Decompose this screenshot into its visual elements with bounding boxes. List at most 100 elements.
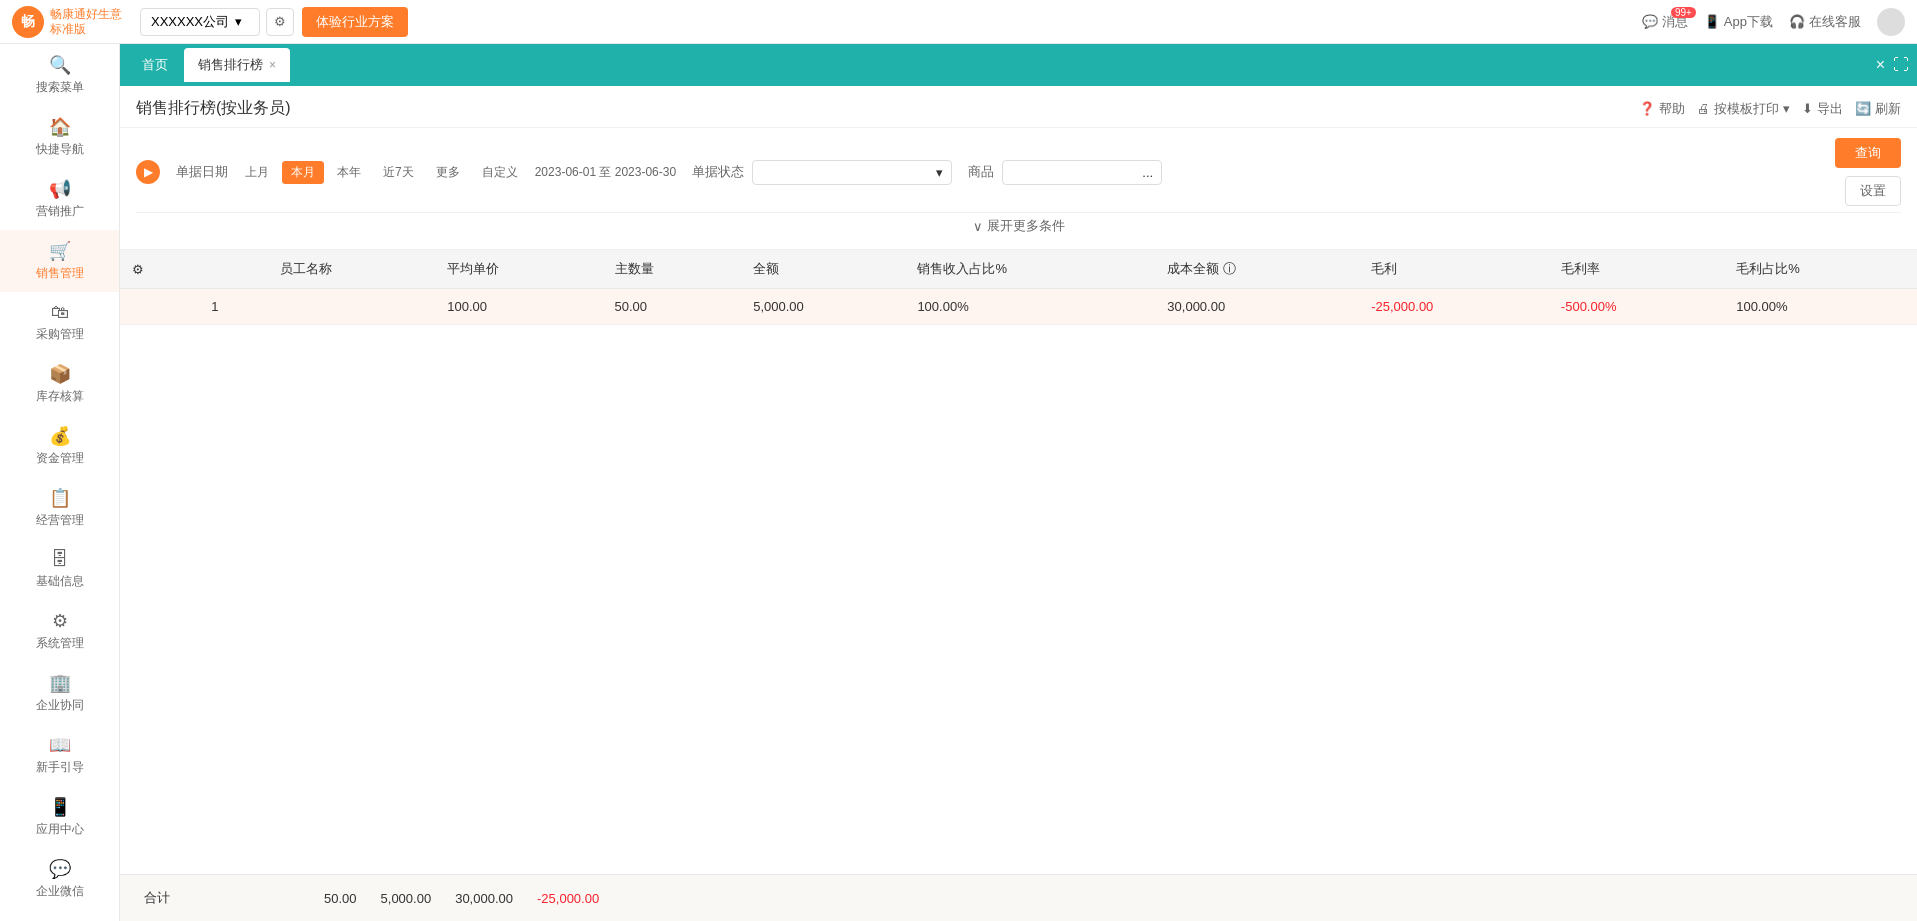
sidebar-item-inventory[interactable]: 📦 库存核算 bbox=[0, 353, 119, 415]
cell-rank: 1 bbox=[199, 289, 268, 325]
main-content: 首页 销售排行榜 × × ⛶ 销售排行榜(按业务员) ❓ 帮助 🖨 按模板打印 bbox=[120, 44, 1917, 921]
goods-ellipsis: ... bbox=[1142, 165, 1153, 180]
sidebar-item-purchase[interactable]: 🛍 采购管理 bbox=[0, 292, 119, 353]
tab-active-label: 销售排行榜 bbox=[198, 56, 263, 74]
col-amount: 全额 bbox=[741, 250, 905, 289]
date-btn-3[interactable]: 近7天 bbox=[374, 161, 423, 184]
col-settings[interactable]: ⚙ bbox=[120, 250, 199, 289]
tab-bar-right: × ⛶ bbox=[1876, 56, 1909, 74]
print-chevron-icon: ▾ bbox=[1783, 101, 1790, 116]
date-options: 上月本月本年近7天更多自定义 bbox=[236, 161, 527, 184]
cell-cost: 30,000.00 bbox=[1155, 289, 1359, 325]
sidebar-label: 企业微信 bbox=[36, 883, 84, 900]
sidebar-item-sales[interactable]: 🛒 销售管理 bbox=[0, 230, 119, 292]
top-bar: 畅 畅康通好生意 标准版 XXXXXX公司 ▾ ⚙ 体验行业方案 💬 消息 99… bbox=[0, 0, 1917, 44]
sidebar-item-members[interactable]: 👑 畅会员 bbox=[0, 910, 119, 921]
mobile-icon: 📱 bbox=[49, 796, 71, 818]
sidebar-label: 经营管理 bbox=[36, 512, 84, 529]
expand-more-button[interactable]: ∨ 展开更多条件 bbox=[136, 212, 1901, 239]
date-btn-4[interactable]: 更多 bbox=[427, 161, 469, 184]
top-right: 💬 消息 99+ 📱 App下载 🎧 在线客服 bbox=[1642, 8, 1905, 36]
filter-toggle[interactable]: ▶ bbox=[136, 160, 160, 184]
col-cost: 成本全额 ⓘ bbox=[1155, 250, 1359, 289]
refresh-button[interactable]: 🔄 刷新 bbox=[1855, 100, 1901, 118]
company-name: XXXXXX公司 bbox=[151, 13, 229, 31]
gear-icon: ⚙ bbox=[52, 610, 68, 632]
template-print-button[interactable]: 🖨 按模板打印 ▾ bbox=[1697, 100, 1790, 118]
sidebar-label: 企业协同 bbox=[36, 697, 84, 714]
tab-home[interactable]: 首页 bbox=[128, 48, 182, 82]
sidebar-item-system[interactable]: ⚙ 系统管理 bbox=[0, 600, 119, 662]
online-service-button[interactable]: 🎧 在线客服 bbox=[1789, 13, 1861, 31]
col-gross-pct: 毛利占比% bbox=[1724, 250, 1917, 289]
sidebar-item-wechat[interactable]: 💬 企业微信 bbox=[0, 848, 119, 910]
footer-label: 合计 bbox=[132, 883, 312, 913]
sidebar-item-basics[interactable]: 🗄 基础信息 bbox=[0, 539, 119, 600]
date-label: 单据日期 bbox=[176, 163, 228, 181]
sidebar-item-quick-nav[interactable]: 🏠 快捷导航 bbox=[0, 106, 119, 168]
chevron-down-icon: ▾ bbox=[235, 14, 242, 29]
sidebar-label: 应用中心 bbox=[36, 821, 84, 838]
sidebar-item-guide[interactable]: 📖 新手引导 bbox=[0, 724, 119, 786]
status-select[interactable]: ▾ bbox=[752, 160, 952, 185]
settings-button[interactable]: 设置 bbox=[1845, 176, 1901, 206]
expand-more-label: 展开更多条件 bbox=[987, 217, 1065, 235]
sidebar-item-app-center[interactable]: 📱 应用中心 bbox=[0, 786, 119, 848]
cell-name bbox=[268, 289, 435, 325]
date-btn-1[interactable]: 本月 bbox=[282, 161, 324, 184]
sidebar-item-finance[interactable]: 💰 资金管理 bbox=[0, 415, 119, 477]
cell-settings bbox=[120, 289, 199, 325]
date-btn-2[interactable]: 本年 bbox=[328, 161, 370, 184]
phone-icon: 📱 bbox=[1704, 14, 1720, 29]
goods-label: 商品 bbox=[968, 163, 994, 181]
export-button[interactable]: ⬇ 导出 bbox=[1802, 100, 1843, 118]
footer-amount: 5,000.00 bbox=[369, 885, 444, 912]
box-icon: 📦 bbox=[49, 363, 71, 385]
sidebar-label: 搜索菜单 bbox=[36, 79, 84, 96]
help-icon: ❓ bbox=[1639, 101, 1655, 116]
window-maximize-icon[interactable]: ⛶ bbox=[1893, 56, 1909, 74]
data-table: ⚙ 员工名称 平均单价 主数量 全额 销售收入占比% 成本全额 ⓘ 毛利 毛利率… bbox=[120, 250, 1917, 325]
sidebar-item-marketing[interactable]: 📢 营销推广 bbox=[0, 168, 119, 230]
filter-area: ▶ 单据日期 上月本月本年近7天更多自定义 2023-06-01 至 2023-… bbox=[120, 128, 1917, 250]
layout: 🔍 搜索菜单 🏠 快捷导航 📢 营销推广 🛒 销售管理 🛍 采购管理 📦 库存核… bbox=[0, 44, 1917, 921]
date-btn-0[interactable]: 上月 bbox=[236, 161, 278, 184]
home-icon: 🏠 bbox=[49, 116, 71, 138]
sidebar-item-search-orders[interactable]: 🔍 搜索菜单 bbox=[0, 44, 119, 106]
tab-active[interactable]: 销售排行榜 × bbox=[184, 48, 290, 82]
search-icon: 🔍 bbox=[49, 54, 71, 76]
bag-icon: 🛍 bbox=[51, 302, 69, 323]
logo-text: 畅康通好生意 标准版 bbox=[50, 7, 122, 36]
sidebar-label: 库存核算 bbox=[36, 388, 84, 405]
cell-gross-rate: -500.00% bbox=[1549, 289, 1724, 325]
sidebar-item-enterprise[interactable]: 🏢 企业协同 bbox=[0, 662, 119, 724]
avatar[interactable] bbox=[1877, 8, 1905, 36]
table-footer: 合计 50.00 5,000.00 30,000.00 -25,000.00 bbox=[120, 874, 1917, 921]
goods-select[interactable]: ... bbox=[1002, 160, 1162, 185]
logo-icon: 畅 bbox=[12, 6, 44, 38]
company-selector[interactable]: XXXXXX公司 ▾ bbox=[140, 8, 260, 36]
sidebar-item-operations[interactable]: 📋 经营管理 bbox=[0, 477, 119, 539]
message-button[interactable]: 💬 消息 99+ bbox=[1642, 13, 1688, 31]
tab-close-icon[interactable]: × bbox=[269, 58, 276, 72]
settings-icon[interactable]: ⚙ bbox=[266, 8, 294, 36]
help-button[interactable]: ❓ 帮助 bbox=[1639, 100, 1685, 118]
app-download-button[interactable]: 📱 App下载 bbox=[1704, 13, 1773, 31]
date-filter: 单据日期 上月本月本年近7天更多自定义 2023-06-01 至 2023-06… bbox=[176, 161, 676, 184]
sidebar-label: 资金管理 bbox=[36, 450, 84, 467]
cell-gross: -25,000.00 bbox=[1359, 289, 1549, 325]
date-btn-5[interactable]: 自定义 bbox=[473, 161, 527, 184]
query-button[interactable]: 查询 bbox=[1835, 138, 1901, 168]
table-container: ⚙ 员工名称 平均单价 主数量 全额 销售收入占比% 成本全额 ⓘ 毛利 毛利率… bbox=[120, 250, 1917, 874]
window-close-icon[interactable]: × bbox=[1876, 56, 1885, 74]
sidebar: 🔍 搜索菜单 🏠 快捷导航 📢 营销推广 🛒 销售管理 🛍 采购管理 📦 库存核… bbox=[0, 44, 120, 921]
sidebar-label: 基础信息 bbox=[36, 573, 84, 590]
trial-button[interactable]: 体验行业方案 bbox=[302, 7, 408, 37]
money-icon: 💰 bbox=[49, 425, 71, 447]
megaphone-icon: 📢 bbox=[49, 178, 71, 200]
sidebar-label: 营销推广 bbox=[36, 203, 84, 220]
headset-icon: 🎧 bbox=[1789, 14, 1805, 29]
table-header-row: ⚙ 员工名称 平均单价 主数量 全额 销售收入占比% 成本全额 ⓘ 毛利 毛利率… bbox=[120, 250, 1917, 289]
export-icon: ⬇ bbox=[1802, 101, 1813, 116]
status-filter: 单据状态 ▾ bbox=[692, 160, 952, 185]
